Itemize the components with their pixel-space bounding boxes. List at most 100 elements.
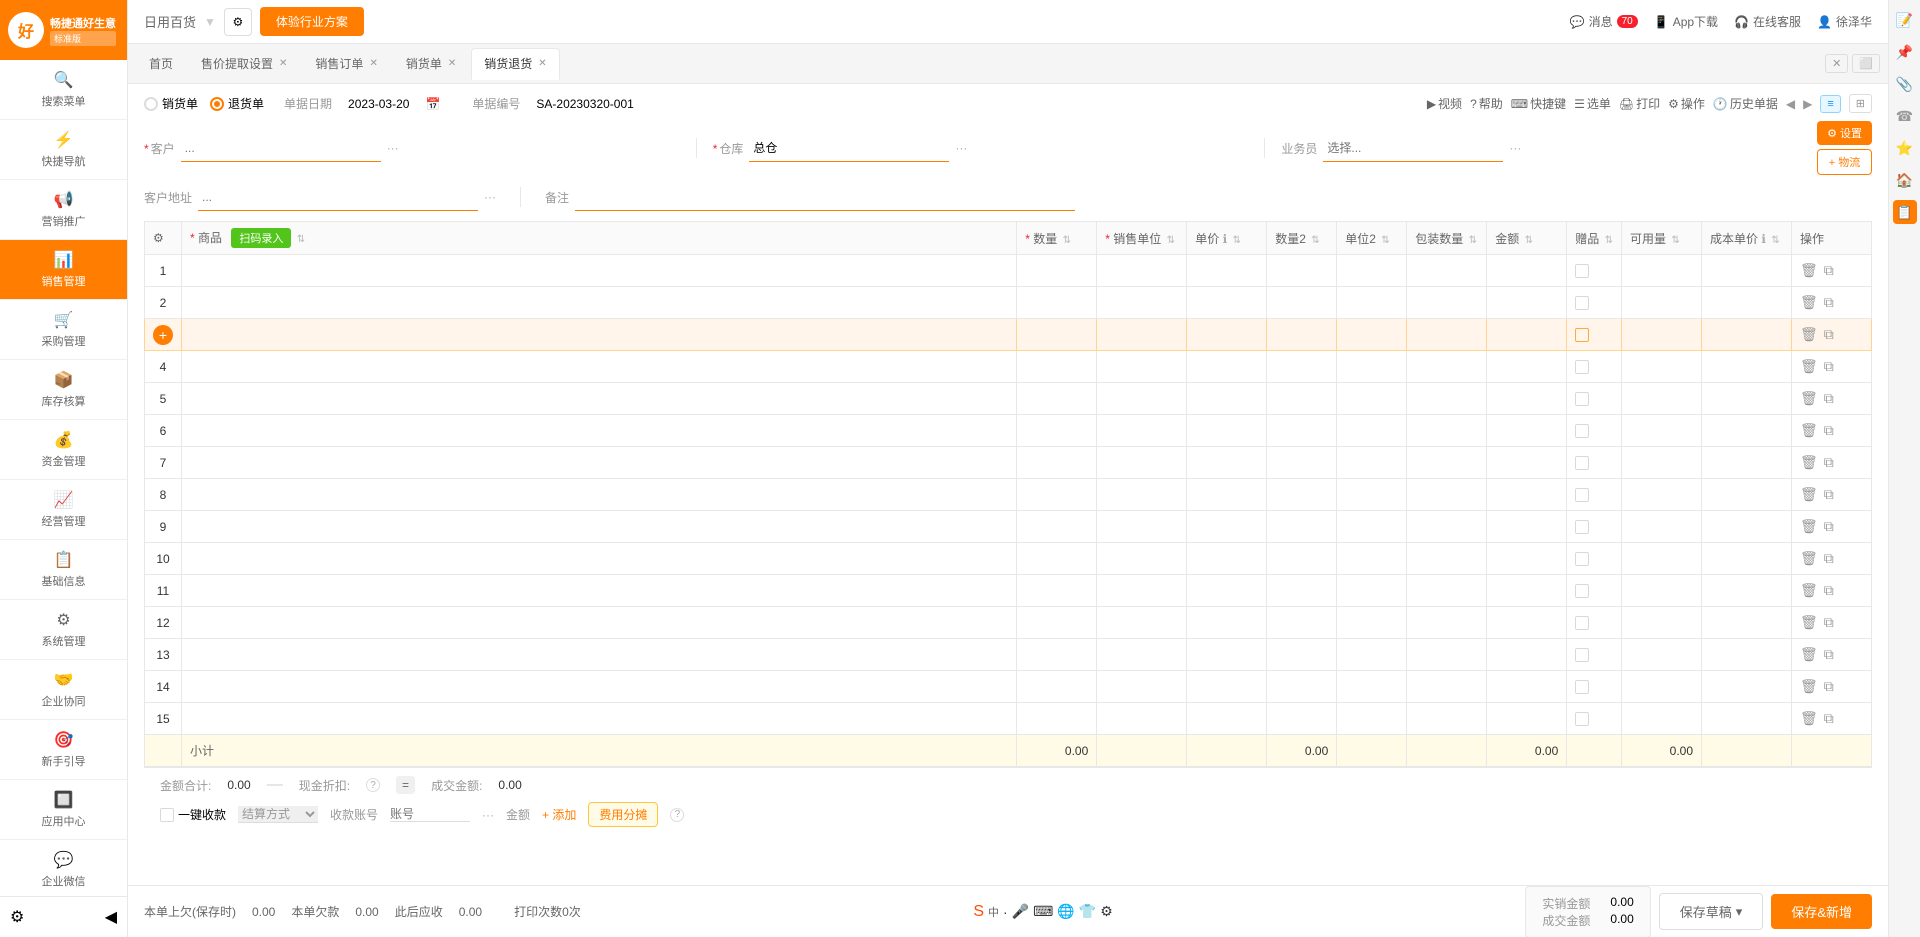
product-cell[interactable]	[182, 351, 1017, 383]
gift-checkbox[interactable]	[1575, 328, 1589, 342]
sidebar-item-marketing[interactable]: 📢 营销推广	[0, 180, 127, 240]
copy-icon[interactable]: ⧉	[1824, 710, 1834, 727]
calendar-icon[interactable]: 📅	[425, 97, 440, 111]
delete-icon[interactable]: 🗑	[1800, 454, 1818, 471]
add-button[interactable]: + 添加	[542, 806, 576, 823]
pkg-qty-cell[interactable]	[1407, 255, 1487, 287]
cost-price-cell[interactable]	[1702, 351, 1792, 383]
tab-sales-return[interactable]: 销货退货 ✕	[471, 48, 559, 80]
unit2-cell[interactable]	[1337, 287, 1407, 319]
sidebar-item-purchase[interactable]: 🛒 采购管理	[0, 300, 127, 360]
cost-help-icon[interactable]: ℹ	[1761, 232, 1766, 246]
gift-checkbox[interactable]	[1575, 680, 1589, 694]
salesperson-expand-icon[interactable]: ···	[1509, 141, 1521, 155]
history-button[interactable]: 🕐 历史单据	[1713, 95, 1778, 112]
qty-cell[interactable]	[1017, 255, 1097, 287]
product-cell[interactable]	[182, 383, 1017, 415]
scan-button[interactable]: 扫码录入	[231, 228, 291, 248]
sidebar-item-operations[interactable]: 📈 经营管理	[0, 480, 127, 540]
sidebar-item-finance[interactable]: 💰 资金管理	[0, 420, 127, 480]
pin-icon[interactable]: 📌	[1893, 40, 1917, 64]
sidebar-item-enterprise[interactable]: 🤝 企业协同	[0, 660, 127, 720]
qty-cell[interactable]	[1017, 287, 1097, 319]
available-cell[interactable]	[1622, 287, 1702, 319]
sidebar-collapse-icon[interactable]: ◀	[105, 907, 117, 927]
price-cell[interactable]	[1187, 255, 1267, 287]
pkg-qty-cell[interactable]	[1407, 319, 1487, 351]
user-profile[interactable]: 👤 徐泽华	[1817, 13, 1872, 30]
settings-side-button[interactable]: ⚙ 设置	[1817, 121, 1872, 145]
copy-icon[interactable]: ⧉	[1824, 550, 1834, 567]
one-click-checkbox[interactable]	[160, 808, 174, 822]
delete-icon[interactable]: 🗑	[1800, 486, 1818, 503]
copy-icon[interactable]: ⧉	[1824, 646, 1834, 663]
list-view-btn[interactable]: ⊞	[1849, 94, 1872, 113]
logistics-button[interactable]: + 物流	[1817, 149, 1872, 175]
ime-icon[interactable]: S	[973, 903, 984, 921]
delete-icon[interactable]: 🗑	[1800, 678, 1818, 695]
gift-checkbox[interactable]	[1575, 584, 1589, 598]
amount-cell[interactable]	[1487, 319, 1567, 351]
sort-icon[interactable]: ⇅	[1525, 235, 1533, 246]
sort-icon[interactable]: ⇅	[1381, 235, 1389, 246]
unit-cell[interactable]	[1097, 319, 1187, 351]
qty2-cell[interactable]	[1267, 287, 1337, 319]
available-cell[interactable]	[1622, 319, 1702, 351]
sidebar-item-basic[interactable]: 📋 基础信息	[0, 540, 127, 600]
unit2-cell[interactable]	[1337, 255, 1407, 287]
settings-col-icon[interactable]: ⚙	[153, 231, 164, 245]
delete-icon[interactable]: 🗑	[1800, 550, 1818, 567]
save-new-button[interactable]: 保存&新增	[1771, 894, 1872, 929]
price-help-icon[interactable]: ℹ	[1223, 232, 1228, 246]
radio-return[interactable]: 退货单	[210, 95, 264, 112]
warehouse-input[interactable]	[749, 134, 949, 162]
ime-icon2[interactable]: ·	[1003, 904, 1008, 920]
note-icon[interactable]: 📝	[1893, 8, 1917, 32]
app-download-button[interactable]: 📱 App下载	[1654, 13, 1718, 30]
sidebar-item-appstore[interactable]: 🔲 应用中心	[0, 780, 127, 840]
qty2-cell[interactable]	[1267, 255, 1337, 287]
delete-icon[interactable]: 🗑	[1800, 262, 1818, 279]
sidebar-item-wechat[interactable]: 💬 企业微信	[0, 840, 127, 896]
customer-addr-input[interactable]	[198, 183, 478, 211]
unit-cell[interactable]	[1097, 287, 1187, 319]
pkg-qty-cell[interactable]	[1407, 287, 1487, 319]
tab-sales[interactable]: 销货单 ✕	[393, 48, 469, 80]
sort-icon[interactable]: ⇅	[1311, 235, 1319, 246]
gift-checkbox[interactable]	[1575, 552, 1589, 566]
copy-icon[interactable]: ⧉	[1824, 390, 1834, 407]
print-button[interactable]: 🖨 打印	[1619, 95, 1660, 112]
copy-icon[interactable]: ⧉	[1824, 326, 1834, 343]
star-icon[interactable]: ⭐	[1893, 136, 1917, 160]
tab-close-icon[interactable]: ✕	[538, 58, 546, 69]
gift-checkbox[interactable]	[1575, 616, 1589, 630]
gift-checkbox[interactable]	[1575, 488, 1589, 502]
prev-icon[interactable]: ◀	[1786, 97, 1795, 111]
home-icon[interactable]: 🏠	[1893, 168, 1917, 192]
pkg-qty-cell[interactable]	[1407, 351, 1487, 383]
cost-price-cell[interactable]	[1702, 287, 1792, 319]
qty-cell[interactable]	[1017, 319, 1097, 351]
product-cell[interactable]	[182, 287, 1017, 319]
form-icon[interactable]: 📋	[1893, 200, 1917, 224]
delete-icon[interactable]: 🗑	[1800, 358, 1818, 375]
gift-checkbox[interactable]	[1575, 456, 1589, 470]
available-cell[interactable]	[1622, 255, 1702, 287]
delete-icon[interactable]: 🗑	[1800, 646, 1818, 663]
cost-price-cell[interactable]	[1702, 255, 1792, 287]
operate-button[interactable]: ⚙ 操作	[1668, 95, 1705, 112]
ime-icon3[interactable]: 🎤	[1012, 903, 1029, 920]
sidebar-item-sales[interactable]: 📊 销售管理	[0, 240, 127, 300]
salesperson-input[interactable]	[1323, 134, 1503, 162]
trial-button[interactable]: 体验行业方案	[260, 7, 364, 36]
addr-expand-icon[interactable]: ···	[484, 190, 496, 204]
remark-input[interactable]	[575, 183, 1075, 211]
sort-icon[interactable]: ⇅	[1167, 235, 1175, 246]
gift-checkbox[interactable]	[1575, 392, 1589, 406]
save-draft-button[interactable]: 保存草稿 ▾	[1659, 893, 1764, 930]
delete-icon[interactable]: 🗑	[1800, 614, 1818, 631]
copy-icon[interactable]: ⧉	[1824, 486, 1834, 503]
delete-icon[interactable]: 🗑	[1800, 710, 1818, 727]
copy-icon[interactable]: ⧉	[1824, 678, 1834, 695]
gift-checkbox[interactable]	[1575, 520, 1589, 534]
